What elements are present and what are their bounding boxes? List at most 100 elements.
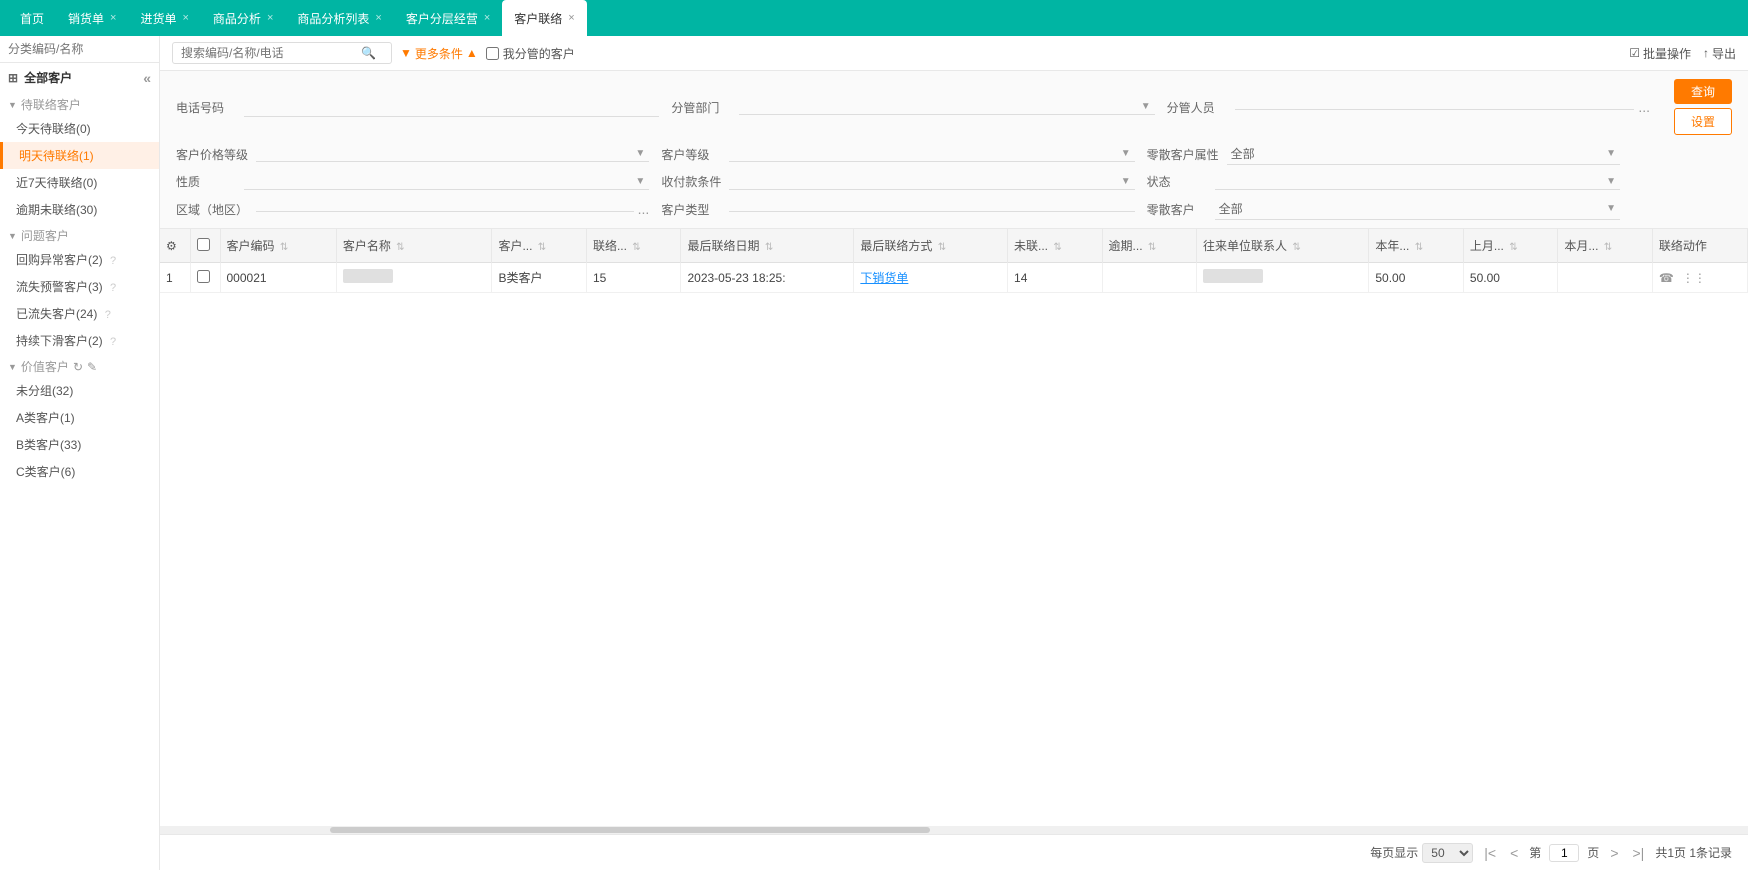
- query-btn[interactable]: 查询: [1674, 79, 1732, 104]
- horizontal-scrollbar[interactable]: [160, 826, 1748, 834]
- first-page-btn[interactable]: |<: [1481, 845, 1499, 861]
- sort-icon[interactable]: ⇅: [280, 242, 288, 253]
- sort-icon[interactable]: ⇅: [1053, 242, 1061, 253]
- customer-type-select[interactable]: [729, 207, 1134, 212]
- sort-icon[interactable]: ⇅: [1604, 242, 1612, 253]
- more-dots-icon[interactable]: ...: [638, 201, 650, 217]
- sort-icon[interactable]: ⇅: [632, 242, 640, 253]
- scrollbar-thumb[interactable]: [330, 827, 930, 833]
- close-icon[interactable]: ×: [182, 12, 188, 24]
- page-number-input[interactable]: [1549, 844, 1579, 862]
- nav-product-analysis-list[interactable]: 商品分析列表 ×: [285, 0, 393, 36]
- sidebar-item-overdue-contact[interactable]: 逾期未联络(30): [0, 196, 159, 223]
- select-all-checkbox[interactable]: [197, 238, 210, 251]
- status-select[interactable]: ▼: [1215, 174, 1620, 190]
- search-input[interactable]: [181, 46, 361, 60]
- sidebar-item-today-contact[interactable]: 今天待联络(0): [0, 115, 159, 142]
- contact-icon[interactable]: ☎: [1659, 271, 1674, 285]
- sidebar-search-input[interactable]: [8, 42, 160, 56]
- help-icon[interactable]: ?: [110, 336, 116, 348]
- cell-checkbox[interactable]: [190, 263, 220, 293]
- export-btn[interactable]: ↑ 导出: [1703, 45, 1736, 62]
- nav-customer-tier[interactable]: 客户分层经营 ×: [394, 0, 502, 36]
- per-page-select[interactable]: 50 100 200: [1422, 843, 1473, 863]
- my-customers-checkbox-label[interactable]: 我分管的客户: [486, 45, 575, 62]
- cell-uncontacted: 14: [1008, 263, 1103, 293]
- col-uncontacted: 未联... ⇅: [1008, 229, 1103, 263]
- filter-actions: 查询 设置: [1662, 79, 1732, 135]
- cell-last-method[interactable]: 下销货单: [854, 263, 1008, 293]
- my-customers-checkbox[interactable]: [486, 47, 499, 60]
- dept-select[interactable]: ▼: [739, 99, 1154, 115]
- sort-icon[interactable]: ⇅: [538, 242, 546, 253]
- sidebar-item-class-b[interactable]: B类客户(33): [0, 431, 159, 458]
- chevron-down-icon: ▼: [635, 148, 645, 159]
- row-checkbox[interactable]: [197, 270, 210, 283]
- nav-sales-order[interactable]: 销货单 ×: [56, 0, 128, 36]
- sidebar-group-pending[interactable]: 待联络客户: [0, 92, 159, 115]
- sidebar-item-class-c[interactable]: C类客户(6): [0, 458, 159, 485]
- col-this-month: 本月... ⇅: [1558, 229, 1653, 263]
- sort-icon[interactable]: ⇅: [765, 242, 773, 253]
- sort-icon[interactable]: ⇅: [1292, 242, 1300, 253]
- nature-select[interactable]: ▼: [244, 174, 649, 190]
- retail-attr-select[interactable]: 全部 ▼: [1227, 143, 1620, 165]
- sidebar-group-problem[interactable]: 问题客户: [0, 223, 159, 246]
- nav-customer-contact[interactable]: 客户联络 ×: [502, 0, 586, 36]
- retail-customer-select[interactable]: 全部 ▼: [1215, 198, 1620, 220]
- col-checkbox[interactable]: [190, 229, 220, 263]
- settings-btn[interactable]: 设置: [1674, 108, 1732, 135]
- collapse-icon[interactable]: «: [143, 70, 151, 86]
- cell-actions: ☎ ⋮⋮: [1652, 263, 1747, 293]
- sort-icon[interactable]: ⇅: [396, 242, 404, 253]
- sidebar-item-churned[interactable]: 已流失客户(24) ?: [0, 300, 159, 327]
- filter-row-3: 性质 ▼ 收付款条件 ▼ 状态: [176, 173, 1732, 190]
- close-icon[interactable]: ×: [267, 12, 273, 24]
- manager-select[interactable]: [1235, 105, 1635, 110]
- nav-home[interactable]: 首页: [8, 0, 56, 36]
- nav-product-analysis[interactable]: 商品分析 ×: [201, 0, 285, 36]
- all-customers-header[interactable]: ⊞ 全部客户 «: [0, 63, 159, 92]
- batch-ops-btn[interactable]: ☑ 批量操作: [1629, 45, 1691, 62]
- help-icon[interactable]: ?: [105, 309, 111, 321]
- sidebar-item-churn-warning[interactable]: 流失预警客户(3) ?: [0, 273, 159, 300]
- region-select[interactable]: [256, 207, 634, 212]
- close-icon[interactable]: ×: [484, 12, 490, 24]
- edit-icon[interactable]: ✎: [87, 360, 97, 374]
- close-icon[interactable]: ×: [110, 12, 116, 24]
- last-page-btn[interactable]: >|: [1630, 845, 1648, 861]
- sidebar-search-box[interactable]: 🔍: [0, 36, 159, 63]
- sidebar-item-repurchase-abnormal[interactable]: 回购异常客户(2) ?: [0, 246, 159, 273]
- help-icon[interactable]: ?: [110, 255, 116, 267]
- search-box[interactable]: 🔍: [172, 42, 392, 64]
- col-settings[interactable]: ⚙: [160, 229, 190, 263]
- sidebar-item-ungrouped[interactable]: 未分组(32): [0, 377, 159, 404]
- sidebar: 🔍 ⊞ 全部客户 « 待联络客户 今天待联络(0) 明天待联络(1) 近7天待联…: [0, 36, 160, 870]
- more-dots-icon[interactable]: ...: [1638, 99, 1650, 115]
- sort-icon[interactable]: ⇅: [938, 242, 946, 253]
- filter-row-2: 客户价格等级 ▼ 客户等级 ▼ 零散客户属性 全部: [176, 143, 1732, 165]
- refresh-icon[interactable]: ↻: [73, 360, 83, 374]
- close-icon[interactable]: ×: [568, 12, 574, 24]
- phone-input[interactable]: [244, 98, 659, 117]
- prev-page-btn[interactable]: <: [1507, 845, 1521, 861]
- customer-level-select[interactable]: ▼: [729, 146, 1134, 162]
- sort-icon[interactable]: ⇅: [1509, 242, 1517, 253]
- sort-icon[interactable]: ⇅: [1415, 242, 1423, 253]
- sidebar-item-class-a[interactable]: A类客户(1): [0, 404, 159, 431]
- sidebar-item-tomorrow-contact[interactable]: 明天待联络(1): [0, 142, 159, 169]
- nav-purchase-order[interactable]: 进货单 ×: [128, 0, 200, 36]
- next-page-btn[interactable]: >: [1607, 845, 1621, 861]
- payment-select[interactable]: ▼: [729, 174, 1134, 190]
- sidebar-item-week-contact[interactable]: 近7天待联络(0): [0, 169, 159, 196]
- search-icon[interactable]: 🔍: [361, 46, 376, 60]
- sidebar-item-declining[interactable]: 持续下滑客户(2) ?: [0, 327, 159, 354]
- close-icon[interactable]: ×: [375, 12, 381, 24]
- sidebar-group-value[interactable]: 价值客户 ↻ ✎: [0, 354, 159, 377]
- help-icon[interactable]: ?: [110, 282, 116, 294]
- more-actions-icon[interactable]: ⋮⋮: [1682, 271, 1706, 285]
- cell-this-year: 50.00: [1369, 263, 1464, 293]
- more-filter-btn[interactable]: ▼ 更多条件 ▲: [400, 45, 478, 62]
- sort-icon[interactable]: ⇅: [1148, 242, 1156, 253]
- price-level-select[interactable]: ▼: [256, 146, 649, 162]
